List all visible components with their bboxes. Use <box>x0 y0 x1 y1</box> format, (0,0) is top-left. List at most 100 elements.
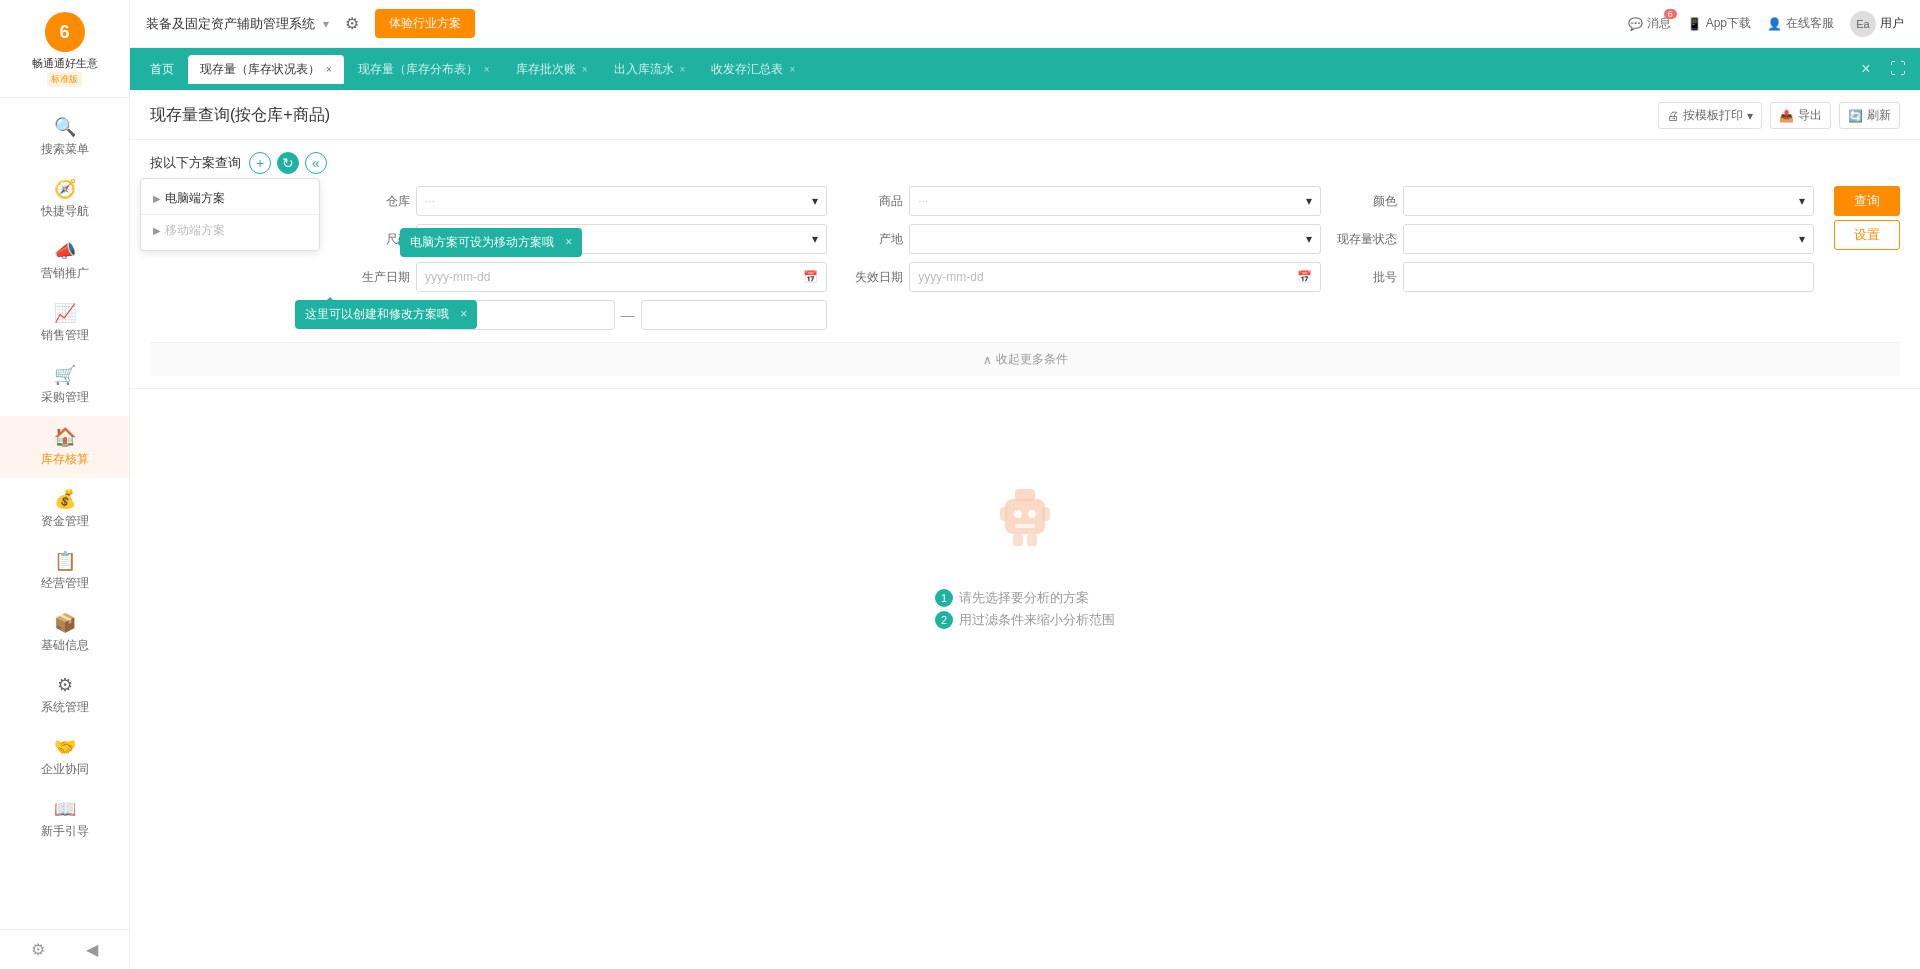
megaphone-icon: 📣 <box>54 240 76 262</box>
settings-bottom-btn[interactable]: ⚙ <box>31 940 45 959</box>
export-label: 导出 <box>1798 107 1822 124</box>
tab-inout[interactable]: 出入库流水 × <box>602 55 698 84</box>
system-dropdown-btn[interactable]: ▾ <box>323 17 329 31</box>
search-btn[interactable]: 查询 <box>1834 186 1900 216</box>
stock-status-select[interactable]: ▾ <box>1403 224 1814 254</box>
sidebar-item-search[interactable]: 🔍 搜索菜单 <box>0 106 129 168</box>
stock-qty-to-input[interactable] <box>641 300 828 330</box>
refresh-schema-btn[interactable]: ↻ <box>277 152 299 174</box>
collapse-bar[interactable]: ∧ 收起更多条件 <box>150 342 1900 376</box>
tooltip-scheme-1: 电脑方案可设为移动方案哦 × <box>400 228 582 257</box>
tab-batch-close[interactable]: × <box>582 64 588 75</box>
page-header: 现存量查询(按仓库+商品) 🖨 按模板打印 ▾ 📤 导出 🔄 刷新 <box>130 90 1920 140</box>
sidebar-item-finance[interactable]: 💰 资金管理 <box>0 478 129 540</box>
app-download-btn[interactable]: 📱 App下载 <box>1687 15 1751 32</box>
warehouse-select[interactable]: ··· ▾ <box>416 186 827 216</box>
tab-fullscreen-btn[interactable]: ⛶ <box>1884 55 1912 83</box>
tooltip-1-close-btn[interactable]: × <box>565 235 572 249</box>
tab-home[interactable]: 首页 <box>138 55 186 84</box>
empty-step-1: 1 请先选择要分析的方案 <box>935 589 1115 607</box>
page-title: 现存量查询(按仓库+商品) <box>150 105 330 126</box>
sidebar-item-inventory[interactable]: 🏠 库存核算 <box>0 416 129 478</box>
schema-item-mobile[interactable]: ▶ 移动端方案 <box>141 217 319 244</box>
tab-inventory-status[interactable]: 现存量（库存状况表） × <box>188 55 344 84</box>
svg-point-2 <box>1014 510 1022 518</box>
filter-setting-btn[interactable]: 设置 <box>1834 220 1900 250</box>
batch-input[interactable] <box>1403 262 1814 292</box>
tab-inout-label: 出入库流水 <box>614 61 674 78</box>
tab-summary[interactable]: 收发存汇总表 × <box>699 55 807 84</box>
sidebar-item-corp[interactable]: 🤝 企业协同 <box>0 726 129 788</box>
add-schema-btn[interactable]: + <box>249 152 271 174</box>
schema-mobile-label: 移动端方案 <box>165 222 225 239</box>
sidebar-item-quicknav[interactable]: 🧭 快捷导航 <box>0 168 129 230</box>
print-icon: 🖨 <box>1667 109 1679 123</box>
topbar-settings-btn[interactable]: ⚙ <box>337 9 367 39</box>
tab-inventory-status-close[interactable]: × <box>326 64 332 75</box>
tab-summary-label: 收发存汇总表 <box>711 61 783 78</box>
schema-item-desktop[interactable]: ▶ 电脑端方案 <box>141 185 319 212</box>
size-dropdown-icon: ▾ <box>812 232 818 246</box>
color-dropdown-icon: ▾ <box>1799 194 1805 208</box>
sidebar-item-system[interactable]: ⚙ 系统管理 <box>0 664 129 726</box>
tab-home-label: 首页 <box>150 61 174 78</box>
sidebar-item-guide[interactable]: 📖 新手引导 <box>0 788 129 850</box>
tab-summary-close[interactable]: × <box>789 64 795 75</box>
stock-status-dropdown-icon: ▾ <box>1799 232 1805 246</box>
sidebar-nav: 🔍 搜索菜单 🧭 快捷导航 📣 营销推广 📈 销售管理 🛒 采购管理 🏠 库存核… <box>0 98 129 929</box>
origin-select[interactable]: ▾ <box>909 224 1320 254</box>
expire-date-icon: 📅 <box>1297 270 1312 284</box>
tab-inventory-dist[interactable]: 现存量（库存分布表） × <box>346 55 502 84</box>
tab-batch[interactable]: 库存批次账 × <box>504 55 600 84</box>
warehouse-label: 仓库 <box>350 193 410 210</box>
svg-rect-6 <box>1042 507 1050 521</box>
search-icon: 🔍 <box>54 116 76 138</box>
tabbar-actions: × ⛶ <box>1852 55 1912 83</box>
phone-icon: 📱 <box>1687 17 1702 31</box>
schema-panel: ▶ 电脑端方案 ▶ 移动端方案 <box>140 178 320 251</box>
tab-inout-close[interactable]: × <box>680 64 686 75</box>
product-select[interactable]: ··· ▾ <box>909 186 1320 216</box>
system-name-label: 装备及固定资产辅助管理系统 <box>146 15 315 33</box>
logo-text: 畅通通好生意 <box>32 56 98 70</box>
sidebar-item-ops[interactable]: 📋 经营管理 <box>0 540 129 602</box>
sidebar-item-marketing[interactable]: 📣 营销推广 <box>0 230 129 292</box>
trial-btn[interactable]: 体验行业方案 <box>375 9 475 38</box>
finance-icon: 💰 <box>54 488 76 510</box>
tab-inventory-dist-close[interactable]: × <box>484 64 490 75</box>
tab-close-all-btn[interactable]: × <box>1852 55 1880 83</box>
warehouse-dropdown-icon: ▾ <box>812 194 818 208</box>
guide-icon: 📖 <box>54 798 76 820</box>
online-service-btn[interactable]: 👤 在线客服 <box>1767 15 1834 32</box>
page-actions: 🖨 按模板打印 ▾ 📤 导出 🔄 刷新 <box>1658 102 1900 129</box>
back-btn[interactable]: « <box>305 152 327 174</box>
produce-date-input[interactable]: yyyy-mm-dd 📅 <box>416 262 827 292</box>
step-1-text: 请先选择要分析的方案 <box>959 589 1089 607</box>
warehouse-field-row: 仓库 ··· ▾ <box>350 186 827 216</box>
collapse-sidebar-btn[interactable]: ◀ <box>86 940 98 959</box>
refresh-icon: 🔄 <box>1848 109 1863 123</box>
color-select[interactable]: ▾ <box>1403 186 1814 216</box>
sidebar-item-basic[interactable]: 📦 基础信息 <box>0 602 129 664</box>
expire-date-field-row: 失效日期 yyyy-mm-dd 📅 <box>843 262 1320 292</box>
sidebar-item-finance-label: 资金管理 <box>41 513 89 530</box>
schema-section: ▶ 电脑端方案 ▶ 移动端方案 <box>141 179 319 250</box>
export-btn[interactable]: 📤 导出 <box>1770 102 1831 129</box>
content-area: 现存量查询(按仓库+商品) 🖨 按模板打印 ▾ 📤 导出 🔄 刷新 <box>130 90 1920 969</box>
sidebar-item-guide-label: 新手引导 <box>41 823 89 840</box>
user-menu-btn[interactable]: Ea 用户 <box>1850 11 1904 37</box>
expire-date-input[interactable]: yyyy-mm-dd 📅 <box>909 262 1320 292</box>
empty-state: 1 请先选择要分析的方案 2 用过滤条件来缩小分析范围 <box>130 389 1920 713</box>
message-btn[interactable]: 💬 消息 6 <box>1628 15 1671 32</box>
sidebar-item-sales[interactable]: 📈 销售管理 <box>0 292 129 354</box>
user-label: 用户 <box>1880 15 1904 32</box>
sidebar-item-corp-label: 企业协同 <box>41 761 89 778</box>
collapse-icon: ∧ <box>983 353 992 367</box>
refresh-btn[interactable]: 🔄 刷新 <box>1839 102 1900 129</box>
stock-qty-dash: — <box>621 307 635 323</box>
refresh-label: 刷新 <box>1867 107 1891 124</box>
topbar: 装备及固定资产辅助管理系统 ▾ ⚙ 体验行业方案 💬 消息 6 📱 App下载 … <box>130 0 1920 48</box>
sidebar-item-purchase[interactable]: 🛒 采购管理 <box>0 354 129 416</box>
tooltip-2-close-btn[interactable]: × <box>460 307 467 321</box>
print-btn[interactable]: 🖨 按模板打印 ▾ <box>1658 102 1762 129</box>
